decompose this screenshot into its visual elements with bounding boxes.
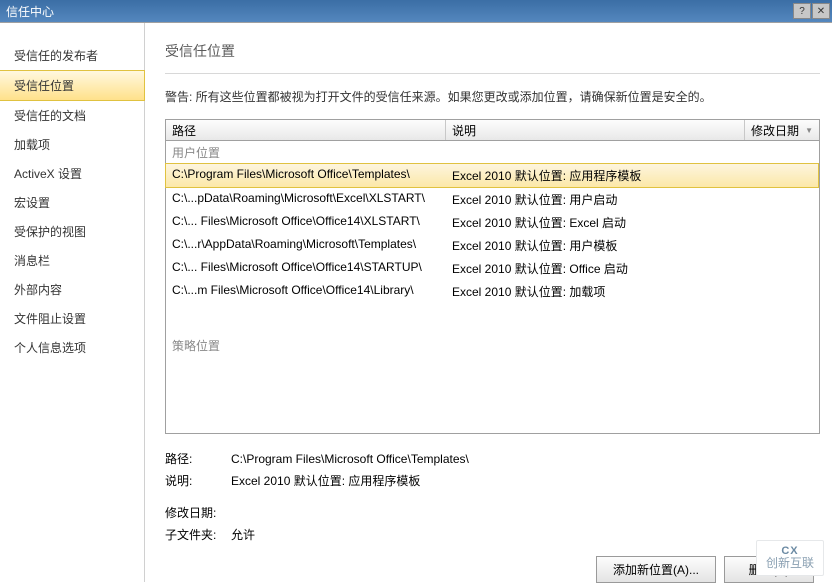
cell-desc: Excel 2010 默认位置: 用户启动	[446, 190, 745, 209]
sidebar-item-trusted-documents[interactable]: 受信任的文档	[0, 101, 144, 130]
table-row[interactable]: C:\...m Files\Microsoft Office\Office14\…	[166, 280, 819, 303]
detail-desc-label: 说明:	[165, 470, 231, 492]
sidebar-item-addins[interactable]: 加载项	[0, 130, 144, 159]
cell-desc: Excel 2010 默认位置: Excel 启动	[446, 213, 745, 232]
header-desc[interactable]: 说明	[446, 120, 745, 140]
detail-date-row: 修改日期:	[165, 502, 820, 524]
cell-desc: Excel 2010 默认位置: 用户模板	[446, 236, 745, 255]
detail-block: 路径: C:\Program Files\Microsoft Office\Te…	[165, 448, 820, 546]
detail-path-value: C:\Program Files\Microsoft Office\Templa…	[231, 448, 469, 470]
header-path[interactable]: 路径	[166, 120, 446, 140]
sidebar-item-file-block[interactable]: 文件阻止设置	[0, 304, 144, 333]
add-location-button[interactable]: 添加新位置(A)...	[596, 556, 716, 583]
cell-date	[745, 259, 819, 278]
cell-path: C:\... Files\Microsoft Office\Office14\S…	[166, 259, 446, 278]
cell-date	[744, 166, 818, 185]
sort-arrow-icon: ▼	[805, 126, 813, 135]
table-row[interactable]: C:\...r\AppData\Roaming\Microsoft\Templa…	[166, 234, 819, 257]
sidebar: 受信任的发布者 受信任位置 受信任的文档 加载项 ActiveX 设置 宏设置 …	[0, 23, 145, 582]
cell-path: C:\...pData\Roaming\Microsoft\Excel\XLST…	[166, 190, 446, 209]
logo-sub: 创新互联	[766, 557, 814, 570]
cell-path: C:\...m Files\Microsoft Office\Office14\…	[166, 282, 446, 301]
sidebar-item-privacy[interactable]: 个人信息选项	[0, 333, 144, 362]
sidebar-item-protected-view[interactable]: 受保护的视图	[0, 217, 144, 246]
close-button[interactable]: ✕	[812, 3, 830, 19]
button-bar: 添加新位置(A)... 删除(R)	[165, 556, 820, 583]
group-policy-locations: 策略位置	[166, 303, 819, 433]
sidebar-item-macro[interactable]: 宏设置	[0, 188, 144, 217]
cell-date	[745, 282, 819, 301]
cell-desc: Excel 2010 默认位置: 加载项	[446, 282, 745, 301]
detail-subfolder-value: 允许	[231, 524, 255, 546]
detail-path-row: 路径: C:\Program Files\Microsoft Office\Te…	[165, 448, 820, 470]
cell-desc: Excel 2010 默认位置: Office 启动	[446, 259, 745, 278]
sidebar-item-activex[interactable]: ActiveX 设置	[0, 159, 144, 188]
dialog-body: 受信任的发布者 受信任位置 受信任的文档 加载项 ActiveX 设置 宏设置 …	[0, 22, 832, 582]
table-row[interactable]: C:\...pData\Roaming\Microsoft\Excel\XLST…	[166, 188, 819, 211]
cell-path: C:\... Files\Microsoft Office\Office14\X…	[166, 213, 446, 232]
help-button[interactable]: ?	[793, 3, 811, 19]
detail-desc-row: 说明: Excel 2010 默认位置: 应用程序模板	[165, 470, 820, 492]
titlebar-buttons: ? ✕	[793, 3, 830, 19]
detail-subfolder-label: 子文件夹:	[165, 524, 231, 546]
sidebar-item-external-content[interactable]: 外部内容	[0, 275, 144, 304]
title-bar: 信任中心 ? ✕	[0, 0, 832, 22]
cell-date	[745, 190, 819, 209]
table-row[interactable]: C:\... Files\Microsoft Office\Office14\X…	[166, 211, 819, 234]
table-row[interactable]: C:\Program Files\Microsoft Office\Templa…	[165, 163, 819, 188]
content-pane: 受信任位置 警告: 所有这些位置都被视为打开文件的受信任来源。如果您更改或添加位…	[145, 23, 832, 582]
header-date[interactable]: 修改日期▼	[745, 120, 819, 140]
cell-path: C:\Program Files\Microsoft Office\Templa…	[166, 166, 446, 185]
sidebar-item-message-bar[interactable]: 消息栏	[0, 246, 144, 275]
detail-subfolder-row: 子文件夹: 允许	[165, 524, 820, 546]
detail-desc-value: Excel 2010 默认位置: 应用程序模板	[231, 470, 420, 492]
sidebar-item-trusted-locations[interactable]: 受信任位置	[0, 70, 145, 101]
watermark-logo: CX 创新互联	[756, 540, 824, 576]
grid-header: 路径 说明 修改日期▼	[166, 120, 819, 141]
section-title: 受信任位置	[165, 41, 820, 74]
table-row[interactable]: C:\... Files\Microsoft Office\Office14\S…	[166, 257, 819, 280]
warning-text: 警告: 所有这些位置都被视为打开文件的受信任来源。如果您更改或添加位置，请确保新…	[165, 88, 820, 105]
cell-date	[745, 213, 819, 232]
dialog-title: 信任中心	[6, 3, 54, 20]
cell-path: C:\...r\AppData\Roaming\Microsoft\Templa…	[166, 236, 446, 255]
locations-grid: 路径 说明 修改日期▼ 用户位置 C:\Program Files\Micros…	[165, 119, 820, 434]
cell-date	[745, 236, 819, 255]
group-user-locations: 用户位置	[166, 141, 819, 164]
detail-path-label: 路径:	[165, 448, 231, 470]
detail-date-label: 修改日期:	[165, 502, 231, 524]
cell-desc: Excel 2010 默认位置: 应用程序模板	[446, 166, 744, 185]
grid-body: 用户位置 C:\Program Files\Microsoft Office\T…	[166, 141, 819, 433]
sidebar-item-trusted-publishers[interactable]: 受信任的发布者	[0, 41, 144, 70]
